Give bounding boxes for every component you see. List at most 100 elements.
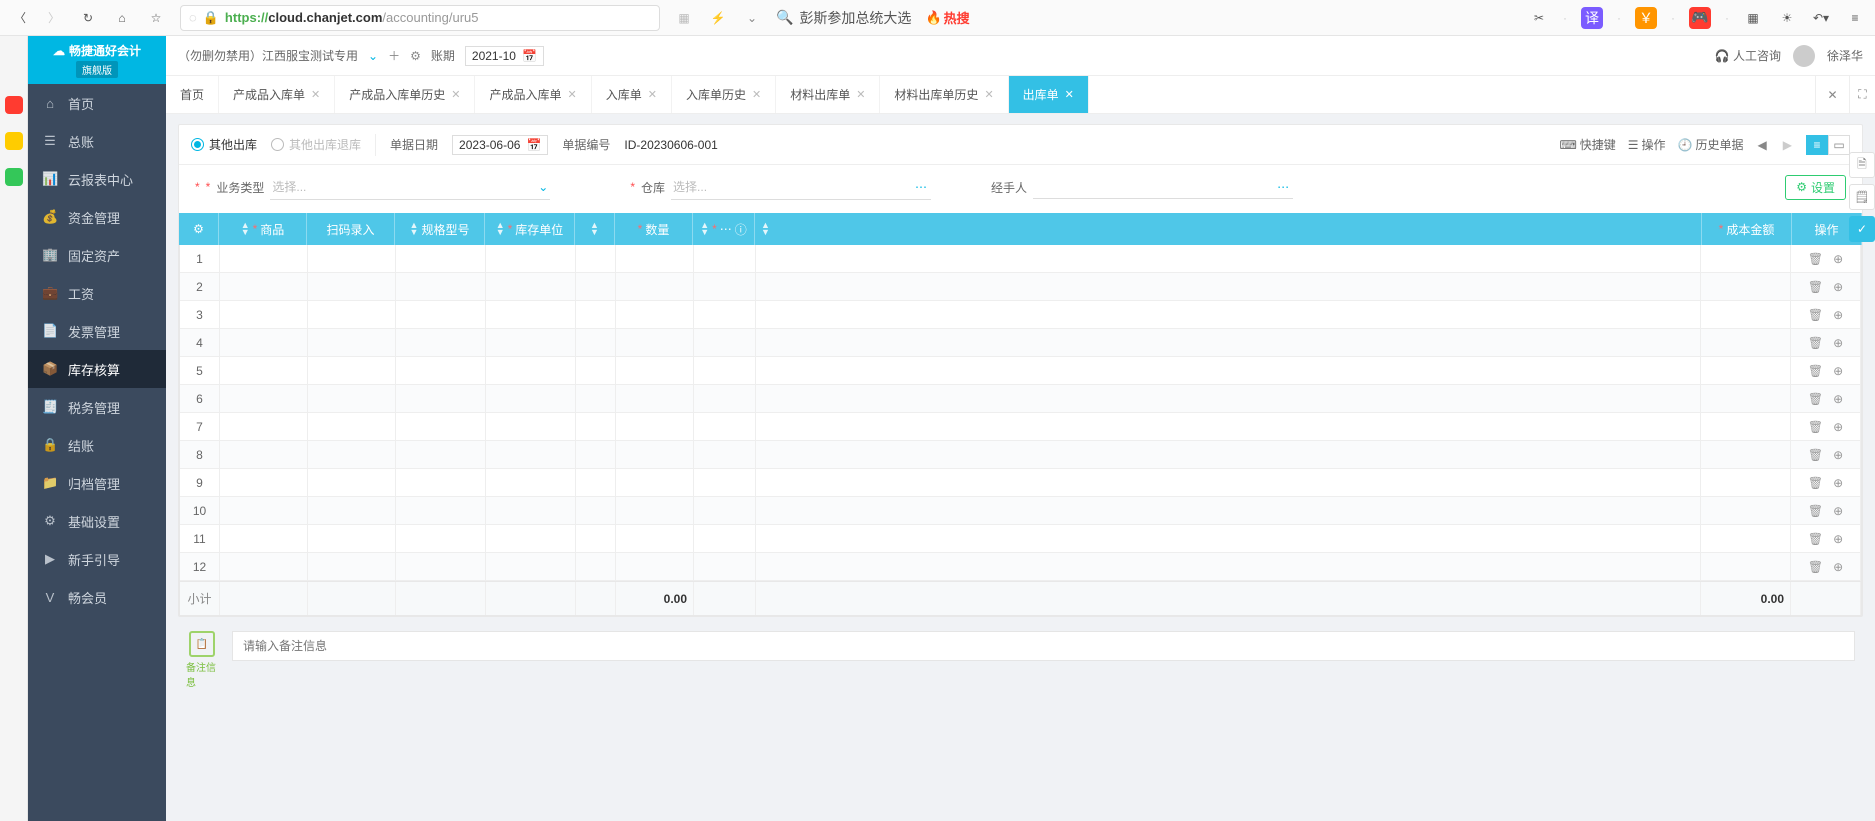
- header-wide[interactable]: ▲▼: [755, 213, 1702, 245]
- cell[interactable]: [1701, 385, 1791, 412]
- sidebar-item[interactable]: ⌂首页: [28, 84, 166, 122]
- cell[interactable]: [220, 441, 308, 468]
- cell[interactable]: [308, 273, 396, 300]
- sidebar-item[interactable]: 🧾税务管理: [28, 388, 166, 426]
- browser-search[interactable]: 🔍 彭斯参加总统大选: [776, 8, 911, 28]
- cell[interactable]: [220, 469, 308, 496]
- close-icon[interactable]: ✕: [984, 88, 993, 101]
- cell[interactable]: [308, 301, 396, 328]
- cell[interactable]: [756, 385, 1701, 412]
- cell[interactable]: [220, 273, 308, 300]
- tab[interactable]: 入库单历史✕: [672, 76, 776, 113]
- home-icon[interactable]: ⌂: [112, 8, 132, 28]
- add-icon[interactable]: ⊕: [1833, 364, 1843, 378]
- cell[interactable]: [486, 441, 576, 468]
- cell[interactable]: [1701, 329, 1791, 356]
- cell[interactable]: [396, 357, 486, 384]
- cell[interactable]: [616, 441, 694, 468]
- cell[interactable]: [576, 245, 616, 272]
- forward-icon[interactable]: 〉: [44, 8, 64, 28]
- cell[interactable]: [756, 497, 1701, 524]
- back-icon[interactable]: 〈: [10, 8, 30, 28]
- cell[interactable]: [756, 525, 1701, 552]
- cell[interactable]: [1701, 497, 1791, 524]
- cell[interactable]: [576, 525, 616, 552]
- cell[interactable]: [486, 469, 576, 496]
- prev-icon[interactable]: ◀: [1756, 138, 1769, 152]
- theme-icon[interactable]: ☀: [1777, 8, 1797, 28]
- cell[interactable]: [756, 301, 1701, 328]
- star-icon[interactable]: ☆: [146, 8, 166, 28]
- cell[interactable]: [486, 329, 576, 356]
- undo-dropdown-icon[interactable]: ↶▾: [1811, 8, 1831, 28]
- delete-icon[interactable]: 🗑: [1808, 392, 1823, 406]
- sidebar-item[interactable]: 🏢固定资产: [28, 236, 166, 274]
- cell[interactable]: [616, 553, 694, 580]
- cell[interactable]: [576, 273, 616, 300]
- sidebar-item[interactable]: 📁归档管理: [28, 464, 166, 502]
- sidebar-item[interactable]: ▶新手引导: [28, 540, 166, 578]
- cell[interactable]: [616, 385, 694, 412]
- add-icon[interactable]: ⊕: [1833, 392, 1843, 406]
- add-icon[interactable]: ⊕: [1833, 308, 1843, 322]
- table-row[interactable]: 12 🗑 ⊕: [180, 553, 1861, 581]
- cell[interactable]: [616, 301, 694, 328]
- table-row[interactable]: 2 🗑 ⊕: [180, 273, 1861, 301]
- delete-icon[interactable]: 🗑: [1808, 280, 1823, 294]
- cell[interactable]: [486, 553, 576, 580]
- delete-icon[interactable]: 🗑: [1808, 364, 1823, 378]
- cell[interactable]: [576, 329, 616, 356]
- cell[interactable]: [1701, 469, 1791, 496]
- cell[interactable]: [1701, 273, 1791, 300]
- rail-note-icon[interactable]: 🗒: [1849, 184, 1875, 210]
- sidebar-item[interactable]: 🔒结账: [28, 426, 166, 464]
- cell[interactable]: [616, 497, 694, 524]
- radio-other-out-return[interactable]: 其他出库退库: [271, 136, 361, 153]
- settings-button[interactable]: ⚙ 设置: [1785, 175, 1846, 200]
- delete-icon[interactable]: 🗑: [1808, 252, 1823, 266]
- org-name[interactable]: （勿删勿禁用）江西服宝测试专用: [178, 47, 358, 64]
- cell[interactable]: [576, 497, 616, 524]
- rail-dot[interactable]: [5, 96, 23, 114]
- cell[interactable]: [396, 413, 486, 440]
- cell[interactable]: [756, 273, 1701, 300]
- plus-icon[interactable]: ＋: [388, 47, 400, 64]
- header-qty[interactable]: *数量: [615, 213, 693, 245]
- cell[interactable]: [308, 245, 396, 272]
- cell[interactable]: [1701, 553, 1791, 580]
- cell[interactable]: [576, 301, 616, 328]
- chevron-down-icon[interactable]: ⌄: [742, 8, 762, 28]
- rail-dot[interactable]: [5, 132, 23, 150]
- cell[interactable]: [486, 413, 576, 440]
- cell[interactable]: [1701, 413, 1791, 440]
- cell[interactable]: [308, 469, 396, 496]
- close-icon[interactable]: ✕: [451, 88, 460, 101]
- delete-icon[interactable]: 🗑: [1808, 448, 1823, 462]
- expand-icon[interactable]: ⛶: [1849, 76, 1875, 113]
- rail-check-icon[interactable]: ✓: [1849, 216, 1875, 242]
- scissors-icon[interactable]: ✂: [1529, 8, 1549, 28]
- close-icon[interactable]: ✕: [856, 88, 865, 101]
- table-row[interactable]: 1 🗑 ⊕: [180, 245, 1861, 273]
- tab[interactable]: 出库单✕: [1009, 76, 1089, 113]
- reload-icon[interactable]: ↻: [78, 8, 98, 28]
- add-icon[interactable]: ⊕: [1833, 336, 1843, 350]
- translate-icon[interactable]: 译: [1581, 7, 1603, 29]
- header-blank1[interactable]: ▲▼: [575, 213, 615, 245]
- sidebar-item[interactable]: ⚙基础设置: [28, 502, 166, 540]
- cell[interactable]: [308, 357, 396, 384]
- sidebar-item[interactable]: 📄发票管理: [28, 312, 166, 350]
- cell[interactable]: [220, 413, 308, 440]
- cell[interactable]: [694, 525, 756, 552]
- cell[interactable]: [756, 357, 1701, 384]
- cell[interactable]: [1701, 245, 1791, 272]
- cell[interactable]: [396, 301, 486, 328]
- delete-icon[interactable]: 🗑: [1808, 336, 1823, 350]
- tab[interactable]: 材料出库单历史✕: [880, 76, 1008, 113]
- cell[interactable]: [308, 553, 396, 580]
- cell[interactable]: [694, 273, 756, 300]
- delete-icon[interactable]: 🗑: [1808, 560, 1823, 574]
- cell[interactable]: [694, 329, 756, 356]
- cell[interactable]: [756, 413, 1701, 440]
- table-row[interactable]: 8 🗑 ⊕: [180, 441, 1861, 469]
